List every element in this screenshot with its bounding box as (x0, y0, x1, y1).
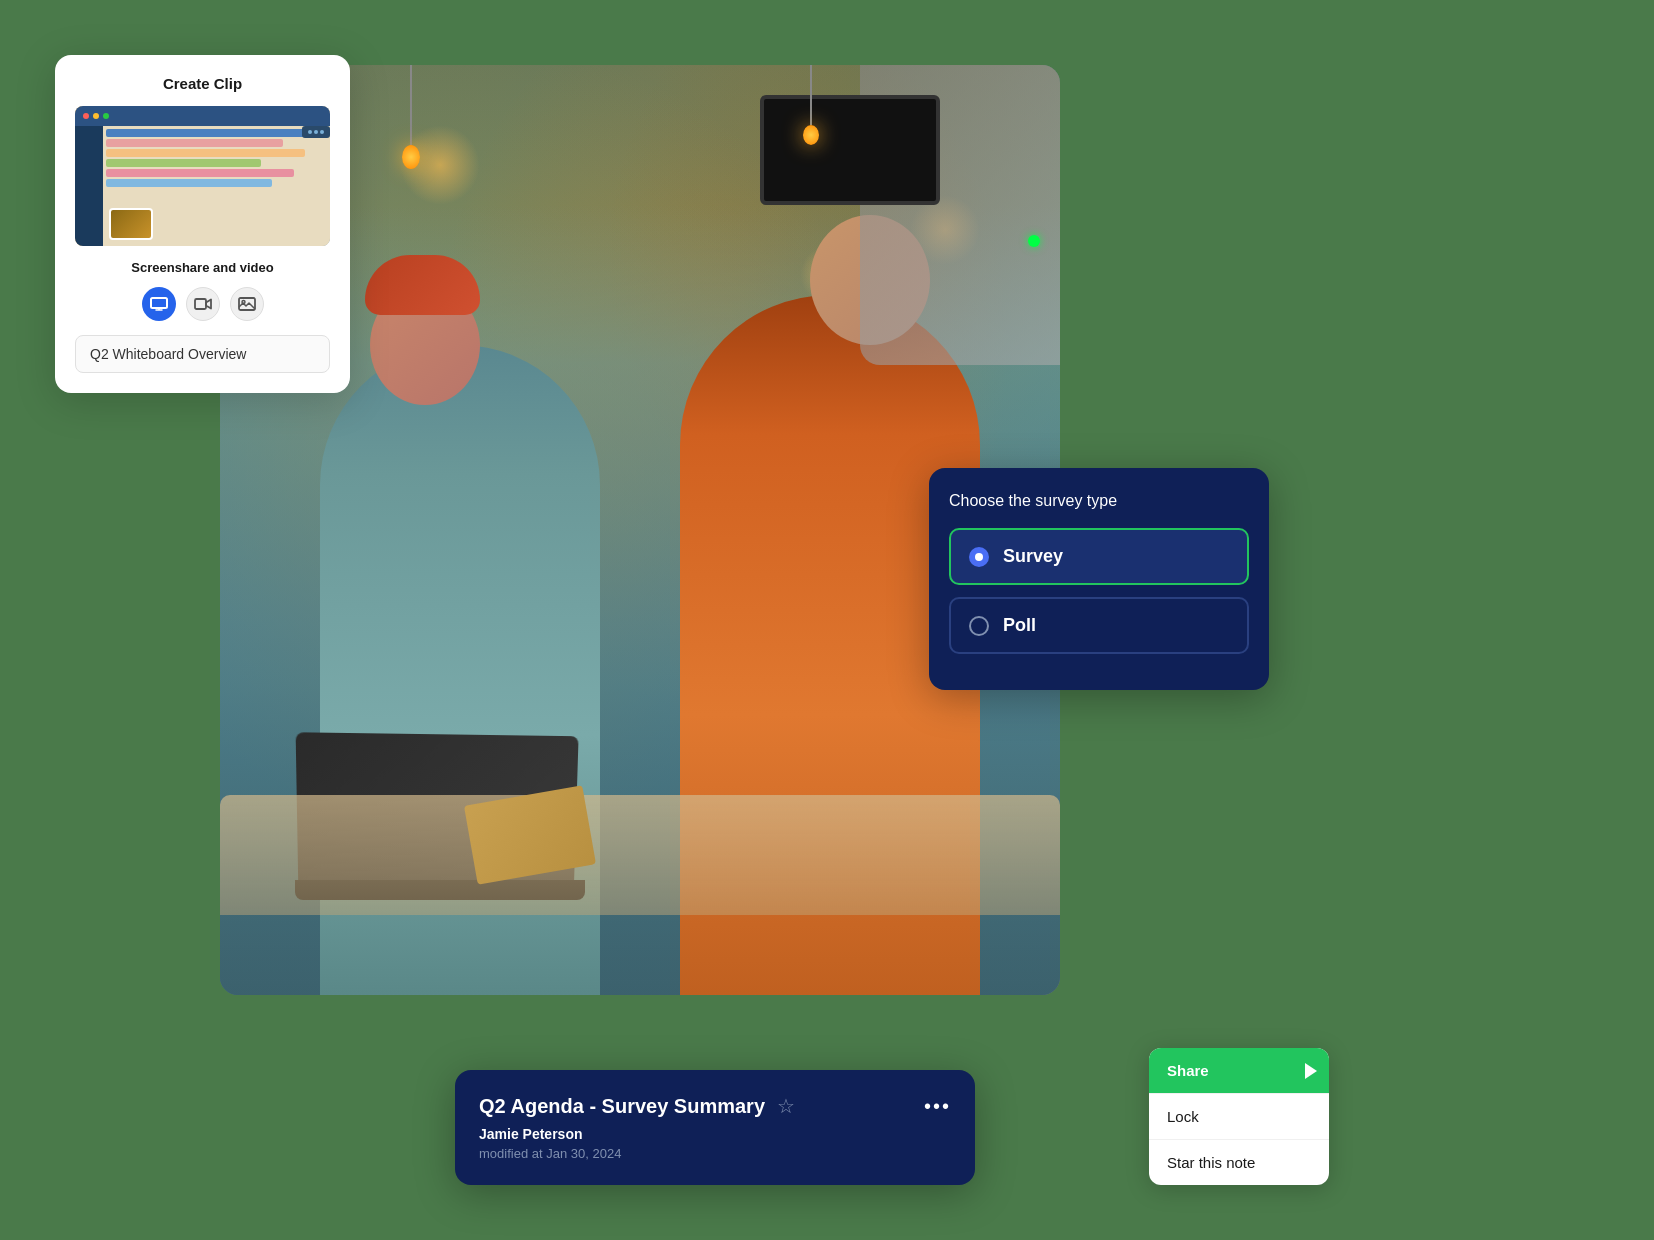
note-title-group: Q2 Agenda - Survey Summary ☆ (479, 1094, 795, 1118)
survey-label-poll: Poll (1003, 615, 1036, 636)
share-label: Share (1167, 1062, 1209, 1079)
survey-type-panel: Choose the survey type Survey Poll (929, 468, 1269, 690)
traffic-light-red (83, 113, 89, 119)
star-note-label: Star this note (1167, 1154, 1255, 1171)
context-menu-lock[interactable]: Lock (1149, 1094, 1329, 1140)
context-menu-share[interactable]: Share (1149, 1048, 1329, 1094)
svg-rect-0 (151, 298, 167, 308)
context-menu-star[interactable]: Star this note (1149, 1140, 1329, 1185)
create-clip-title: Create Clip (75, 75, 330, 92)
clip-name-input[interactable] (75, 335, 330, 373)
svg-rect-1 (195, 299, 206, 309)
survey-panel-title: Choose the survey type (949, 492, 1249, 510)
survey-option-poll[interactable]: Poll (949, 597, 1249, 654)
survey-radio-unselected (969, 616, 989, 636)
note-title: Q2 Agenda - Survey Summary (479, 1095, 765, 1118)
context-menu: Share Lock Star this note (1149, 1048, 1329, 1185)
survey-radio-selected (969, 547, 989, 567)
screenshare-icon-video[interactable] (186, 287, 220, 321)
note-header: Q2 Agenda - Survey Summary ☆ ••• (479, 1094, 951, 1118)
traffic-light-green (103, 113, 109, 119)
survey-option-survey[interactable]: Survey (949, 528, 1249, 585)
note-date: modified at Jan 30, 2024 (479, 1146, 951, 1161)
lock-label: Lock (1167, 1108, 1199, 1125)
screenshare-icon-image[interactable] (230, 287, 264, 321)
screenshare-icon-group (75, 287, 330, 321)
preview-sidebar (75, 126, 103, 246)
survey-label-survey: Survey (1003, 546, 1063, 567)
note-card: Q2 Agenda - Survey Summary ☆ ••• Jamie P… (455, 1070, 975, 1185)
traffic-light-yellow (93, 113, 99, 119)
screenshare-icon-screen[interactable] (142, 287, 176, 321)
note-author: Jamie Peterson (479, 1126, 951, 1142)
note-more-button[interactable]: ••• (924, 1095, 951, 1118)
star-icon[interactable]: ☆ (777, 1094, 795, 1118)
screenshare-label: Screenshare and video (75, 260, 330, 275)
radio-inner-dot (975, 553, 983, 561)
cursor-pointer (1305, 1063, 1317, 1079)
clip-preview-image (75, 106, 330, 246)
create-clip-panel: Create Clip (55, 55, 350, 393)
